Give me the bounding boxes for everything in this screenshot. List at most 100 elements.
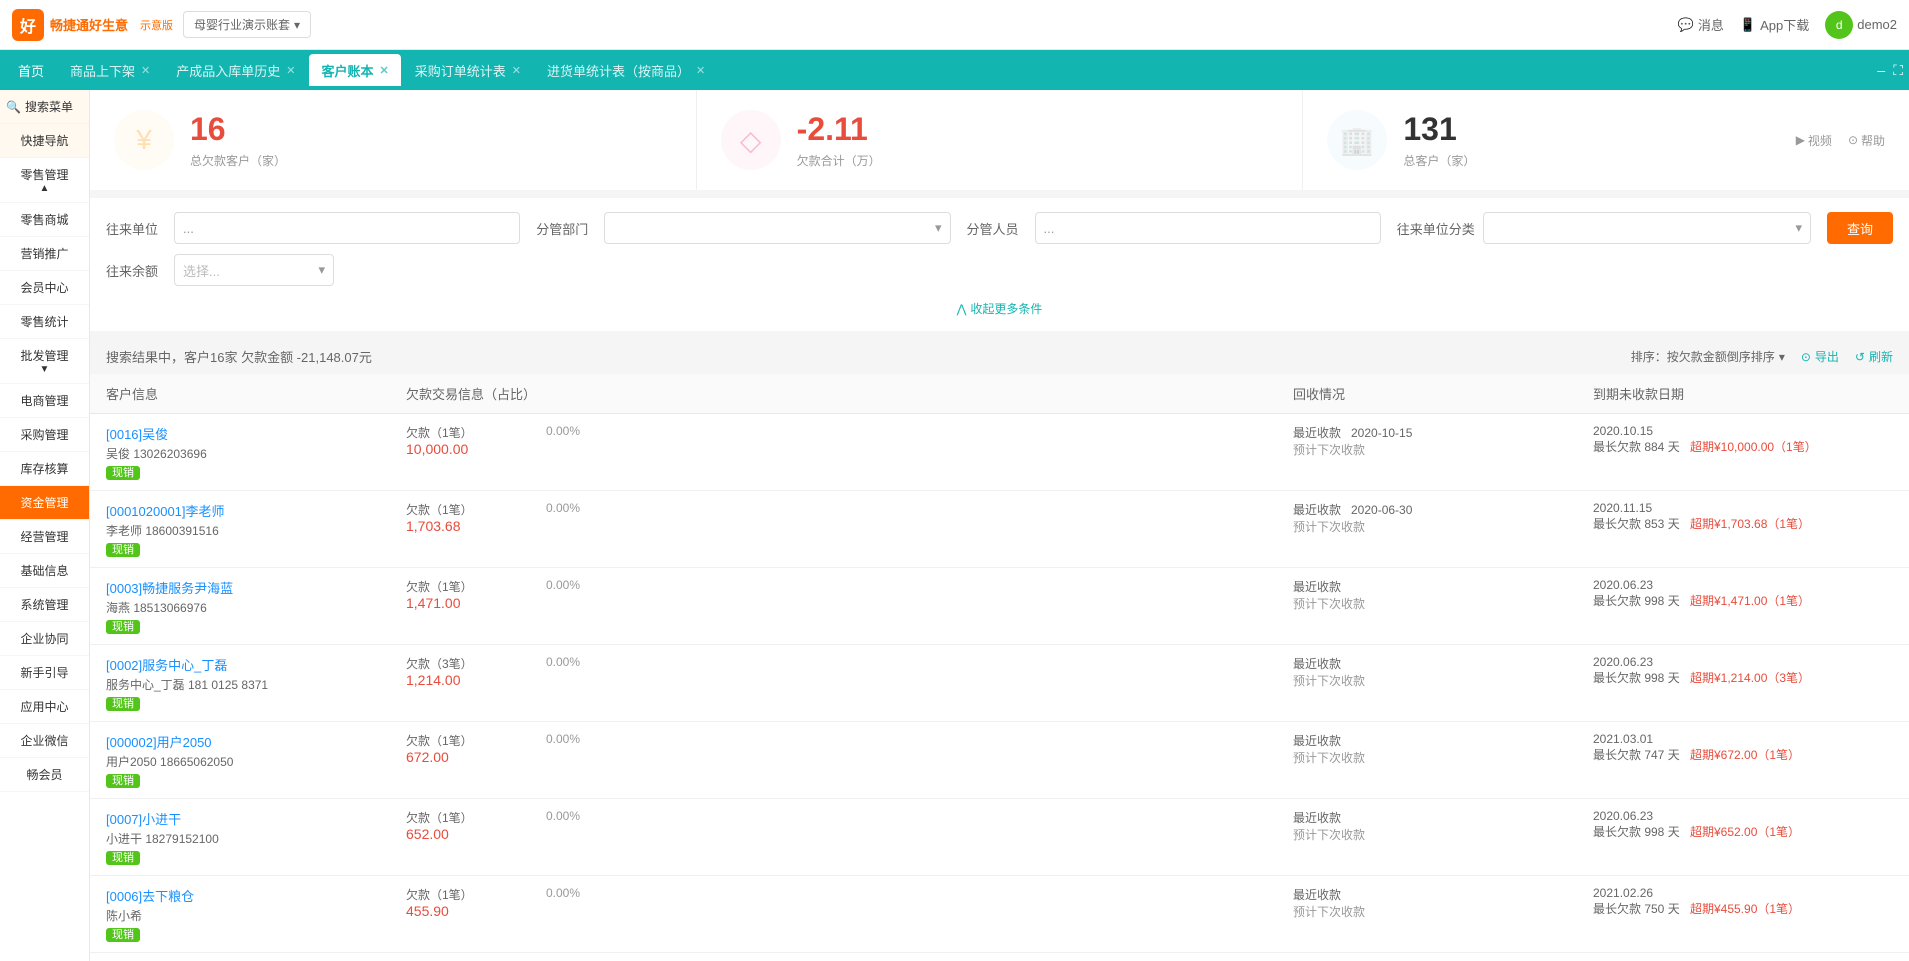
overdue-row: 最长欠款 750 天 超期¥455.90（1笔） bbox=[1593, 900, 1893, 917]
sidebar-item-quick-nav[interactable]: 快捷导航 bbox=[0, 124, 89, 158]
overdue-link[interactable]: 超期¥1,471.00（1笔） bbox=[1690, 594, 1810, 608]
sidebar-item-member[interactable]: 会员中心 bbox=[0, 271, 89, 305]
stat-icon-debt: ◇ bbox=[721, 110, 781, 170]
close-icon[interactable]: ✕ bbox=[286, 64, 295, 77]
customer-tag: 现销 bbox=[106, 620, 140, 634]
sidebar-item-enterprise-wechat[interactable]: 企业微信 bbox=[0, 724, 89, 758]
chevron-icon: ▼ bbox=[6, 364, 83, 375]
tab-product-off[interactable]: 商品上下架 ✕ bbox=[58, 54, 162, 86]
help-btn[interactable]: ⊙ 帮助 bbox=[1848, 132, 1885, 149]
app-download-btn[interactable]: 📱 App下载 bbox=[1740, 15, 1809, 34]
customer-contact: 李老师 18600391516 bbox=[106, 522, 406, 539]
tab-purchase-summary[interactable]: 采购订单统计表 ✕ bbox=[403, 54, 533, 86]
username-label: demo2 bbox=[1857, 17, 1897, 32]
customer-name-link[interactable]: [0003]畅捷服务尹海蓝 bbox=[106, 578, 406, 597]
stat-icon-building: 🏢 bbox=[1327, 110, 1387, 170]
customer-name-link[interactable]: [0016]吴俊 bbox=[106, 424, 406, 443]
customer-tag: 现销 bbox=[106, 697, 140, 711]
sidebar-search[interactable]: 🔍 搜索菜单 bbox=[0, 90, 89, 124]
overdue-link[interactable]: 超期¥1,214.00（3笔） bbox=[1690, 671, 1810, 685]
search-button[interactable]: 查询 bbox=[1827, 212, 1893, 244]
sort-selector[interactable]: 排序：按欠款金额倒序排序 ▾ bbox=[1631, 348, 1785, 365]
overdue-link[interactable]: 超期¥1,703.68（1笔） bbox=[1690, 517, 1810, 531]
sidebar-item-purchase[interactable]: 采购管理 bbox=[0, 418, 89, 452]
sidebar-item-inventory[interactable]: 库存核算 bbox=[0, 452, 89, 486]
sidebar-item-operation[interactable]: 经营管理 bbox=[0, 520, 89, 554]
sidebar-item-enterprise-coop[interactable]: 企业协同 bbox=[0, 622, 89, 656]
sidebar-item-retail-stats[interactable]: 零售统计 bbox=[0, 305, 89, 339]
overdue-days: 最长欠款 998 天 bbox=[1593, 671, 1686, 685]
debt-col: 欠款（1笔） 672.00 0.00% bbox=[406, 732, 1293, 765]
overdue-row: 最长欠款 998 天 超期¥1,471.00（1笔） bbox=[1593, 592, 1893, 609]
branch-dept-input[interactable]: ▾ bbox=[604, 212, 950, 244]
close-icon[interactable]: ✕ bbox=[696, 64, 705, 77]
last-payment: 最近收款 bbox=[1293, 655, 1593, 672]
customer-name-link[interactable]: [0001020001]李老师 bbox=[106, 501, 406, 520]
tab-home[interactable]: 首页 bbox=[6, 54, 56, 86]
sidebar-item-basic-info[interactable]: 基础信息 bbox=[0, 554, 89, 588]
overdue-link[interactable]: 超期¥652.00（1笔） bbox=[1690, 825, 1800, 839]
customer-name-link[interactable]: [000002]用户2050 bbox=[106, 732, 406, 751]
chevron-down-icon: ▾ bbox=[1779, 350, 1785, 364]
branch-person-input[interactable]: ... bbox=[1035, 212, 1381, 244]
stats-row: ¥ 16 总欠款客户（家） ◇ -2.11 欠款合计（万） 🏢 131 总客户（… bbox=[90, 90, 1909, 190]
debt-ratio: 0.00% bbox=[546, 655, 580, 669]
video-btn[interactable]: ▶ 视频 bbox=[1796, 132, 1832, 149]
refresh-btn[interactable]: ↺ 刷新 bbox=[1855, 348, 1893, 365]
overdue-link[interactable]: 超期¥10,000.00（1笔） bbox=[1690, 440, 1817, 454]
close-icon[interactable]: ✕ bbox=[141, 64, 150, 77]
customer-name-link[interactable]: [0006]去下粮仓 bbox=[106, 886, 406, 905]
sidebar-item-member-plus[interactable]: 畅会员 bbox=[0, 758, 89, 792]
sidebar-item-retail-management[interactable]: 零售管理 ▲ bbox=[0, 158, 89, 203]
sidebar-item-newbie[interactable]: 新手引导 bbox=[0, 656, 89, 690]
table-row: [0007]小进干 小进干 18279152100 现销 欠款（1笔） 652.… bbox=[90, 799, 1909, 876]
overdue-link[interactable]: 超期¥455.90（1笔） bbox=[1690, 902, 1800, 916]
result-text: 搜索结果中，客户16家 欠款金额 -21,148.07元 bbox=[106, 347, 372, 366]
overdue-days: 最长欠款 747 天 bbox=[1593, 748, 1686, 762]
stat-value-3: 131 bbox=[1403, 111, 1475, 148]
debt-col: 欠款（1笔） 1,703.68 0.00% bbox=[406, 501, 1293, 534]
collapse-button[interactable]: ⋀ 收起更多条件 bbox=[953, 296, 1047, 321]
tab-customer-account[interactable]: 客户账本 ✕ bbox=[309, 54, 400, 86]
minimize-icon[interactable]: – bbox=[1877, 62, 1885, 78]
tab-product-history-label: 产成品入库单历史 bbox=[176, 61, 280, 80]
debt-amount-col: 欠款（1笔） 672.00 bbox=[406, 732, 506, 765]
close-icon[interactable]: ✕ bbox=[380, 64, 389, 77]
message-icon: 💬 bbox=[1678, 17, 1694, 33]
filter-branch-person: 分管人员 ... bbox=[967, 212, 1381, 244]
debt-ratio: 0.00% bbox=[546, 886, 580, 900]
sidebar-item-ecommerce[interactable]: 电商管理 bbox=[0, 384, 89, 418]
balance-input[interactable]: 选择... ▾ bbox=[174, 254, 334, 286]
close-icon[interactable]: ✕ bbox=[512, 64, 521, 77]
sidebar-item-apps[interactable]: 应用中心 bbox=[0, 690, 89, 724]
company-selector[interactable]: 母婴行业演示账套 ▾ bbox=[183, 11, 311, 38]
customer-name-link[interactable]: [0007]小进干 bbox=[106, 809, 406, 828]
user-area[interactable]: d demo2 bbox=[1825, 11, 1897, 39]
table-row: [000001]黄思源 黄思源 13552700226 现销 欠款（1笔） 42… bbox=[90, 953, 1909, 961]
tab-purchase-stats[interactable]: 进货单统计表（按商品） ✕ bbox=[535, 54, 717, 86]
overdue-row: 最长欠款 998 天 超期¥652.00（1笔） bbox=[1593, 823, 1893, 840]
debt-amount-col: 欠款（1笔） 455.90 bbox=[406, 886, 506, 919]
maximize-icon[interactable]: ⛶ bbox=[1893, 62, 1903, 79]
overdue-days: 最长欠款 750 天 bbox=[1593, 902, 1686, 916]
sidebar-item-marketing[interactable]: 营销推广 bbox=[0, 237, 89, 271]
message-btn[interactable]: 💬 消息 bbox=[1678, 15, 1724, 34]
tab-product-history[interactable]: 产成品入库单历史 ✕ bbox=[164, 54, 307, 86]
next-payment: 预计下次收款 bbox=[1293, 903, 1593, 920]
overdue-link[interactable]: 超期¥672.00（1笔） bbox=[1690, 748, 1800, 762]
export-btn[interactable]: ⊙ 导出 bbox=[1801, 348, 1839, 365]
debt-amount-col: 欠款（1笔） 1,703.68 bbox=[406, 501, 506, 534]
source-unit-label: 往来单位 bbox=[106, 219, 166, 238]
customer-name-link[interactable]: [0002]服务中心_丁磊 bbox=[106, 655, 406, 674]
sidebar-item-batch[interactable]: 批发管理 ▼ bbox=[0, 339, 89, 384]
tab-customer-account-label: 客户账本 bbox=[321, 61, 373, 80]
sidebar-item-system[interactable]: 系统管理 bbox=[0, 588, 89, 622]
source-unit-input[interactable]: ... bbox=[174, 212, 520, 244]
debt-cell: 欠款（3笔） 1,214.00 0.00% bbox=[406, 655, 1293, 711]
sidebar-item-retail-shop[interactable]: 零售商城 bbox=[0, 203, 89, 237]
source-unit-class-input[interactable]: ▾ bbox=[1483, 212, 1811, 244]
table-row: [0001020001]李老师 李老师 18600391516 现销 欠款（1笔… bbox=[90, 491, 1909, 568]
sidebar-item-capital[interactable]: 资金管理 bbox=[0, 486, 89, 520]
overdue-days: 最长欠款 998 天 bbox=[1593, 594, 1686, 608]
customer-cell: [0003]畅捷服务尹海蓝 海燕 18513066976 现销 bbox=[106, 578, 406, 634]
